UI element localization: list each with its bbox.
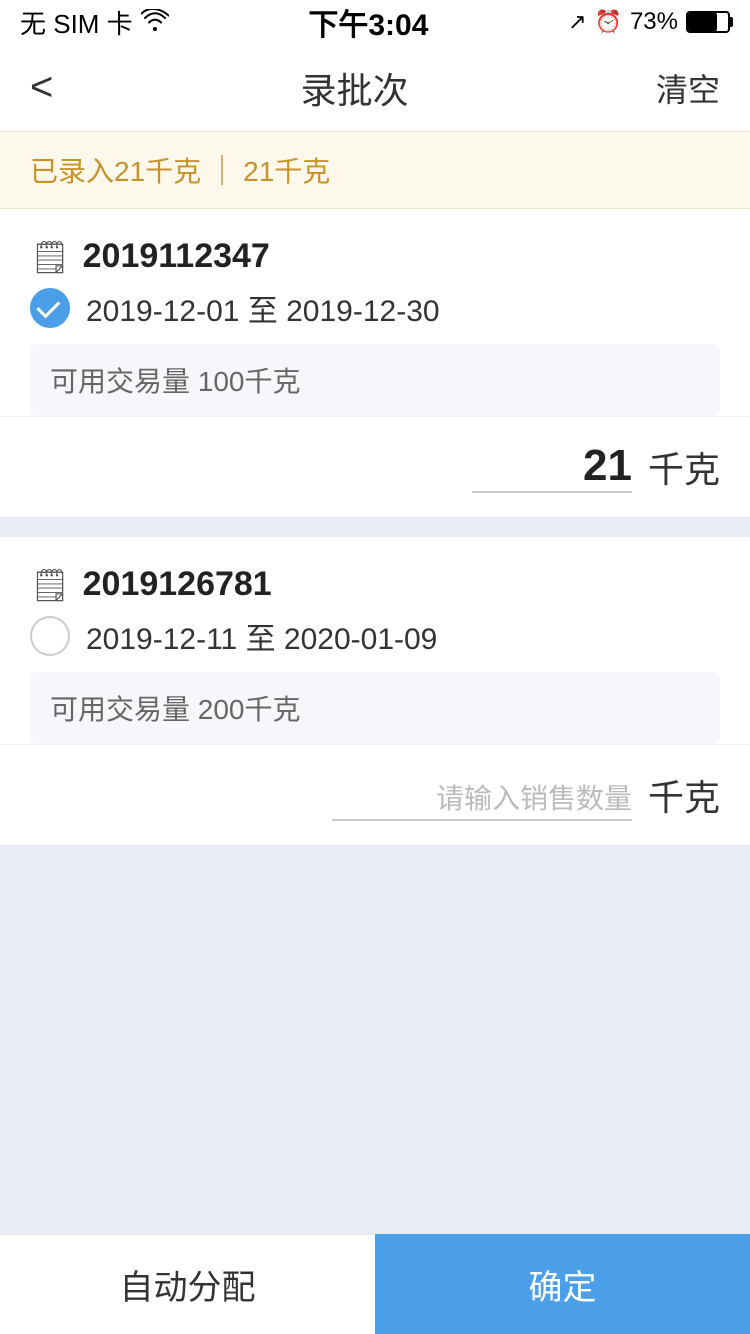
- item1-date-range: 2019-12-01 至 2019-12-30: [86, 286, 440, 330]
- item1-available: 可用交易量 100千克: [30, 344, 720, 416]
- item2-qty-row: 千克: [0, 744, 750, 845]
- item1-id: 2019112347: [83, 237, 270, 276]
- info-banner: 已录入21千克 21千克: [0, 132, 750, 209]
- section-divider: [0, 517, 750, 537]
- no-sim-label: 无 SIM 卡: [20, 4, 133, 41]
- page-title: 录批次: [301, 62, 409, 114]
- status-right: ↗ ⏰ 73%: [568, 8, 730, 36]
- item1-radio[interactable]: [30, 288, 70, 328]
- item2-date-range: 2019-12-11 至 2020-01-09: [86, 614, 437, 658]
- wifi-icon: [141, 7, 169, 38]
- nav-bar: < 录批次 清空: [0, 44, 750, 132]
- item1-header: 🗒 2019112347: [0, 209, 750, 286]
- item2-available: 可用交易量 200千克: [30, 672, 720, 744]
- item1-row[interactable]: 2019-12-01 至 2019-12-30: [0, 286, 750, 344]
- clear-button[interactable]: 清空: [656, 65, 720, 111]
- location-icon: ↗: [568, 9, 586, 35]
- item2-row[interactable]: 2019-12-11 至 2020-01-09: [0, 614, 750, 672]
- recorded-label: 已录入21千克: [30, 150, 201, 190]
- item1-qty-row: 千克: [0, 416, 750, 517]
- item2-id: 2019126781: [83, 565, 272, 604]
- alarm-icon: ⏰: [595, 9, 622, 35]
- recorded-value: 21千克: [243, 150, 330, 190]
- item2-radio[interactable]: [30, 616, 70, 656]
- item2-qty-unit: 千克: [648, 769, 720, 821]
- item2-header: 🗒 2019126781: [0, 537, 750, 614]
- action-bar: 自动分配 确定: [0, 1234, 750, 1334]
- item1-qty-input[interactable]: [472, 441, 632, 493]
- banner-divider: [221, 155, 223, 185]
- status-bar: 无 SIM 卡 下午3:04 ↗ ⏰ 73%: [0, 0, 750, 44]
- item1-qty-unit: 千克: [648, 441, 720, 493]
- confirm-button[interactable]: 确定: [375, 1234, 750, 1334]
- battery-percent: 73%: [630, 8, 678, 36]
- status-left: 无 SIM 卡: [20, 4, 169, 41]
- doc-icon-1: 🗒: [30, 238, 71, 276]
- item2-qty-input[interactable]: [332, 769, 632, 821]
- status-time: 下午3:04: [308, 0, 428, 44]
- auto-distribute-button[interactable]: 自动分配: [0, 1234, 375, 1334]
- item-card-2: 🗒 2019126781 2019-12-11 至 2020-01-09 可用交…: [0, 537, 750, 845]
- back-button[interactable]: <: [30, 65, 53, 110]
- bottom-spacer: [0, 845, 750, 1275]
- doc-icon-2: 🗒: [30, 566, 71, 604]
- item-card-1: 🗒 2019112347 2019-12-01 至 2019-12-30 可用交…: [0, 209, 750, 517]
- battery-icon: [686, 11, 730, 33]
